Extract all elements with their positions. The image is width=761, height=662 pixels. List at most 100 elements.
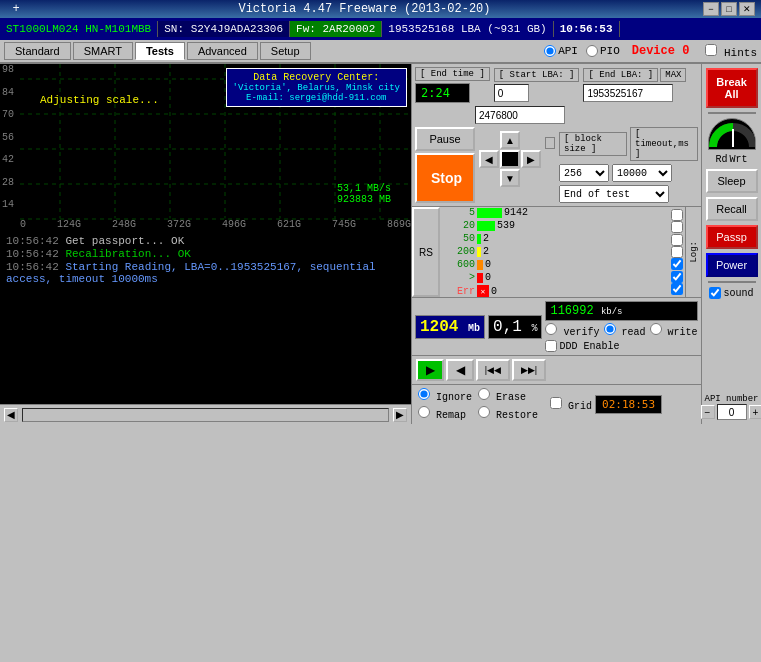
passp-button[interactable]: Passp <box>706 225 758 249</box>
bar-cb-50[interactable] <box>671 234 683 246</box>
nav-check <box>545 137 555 149</box>
kbs-display: 116992 kb/s <box>545 301 698 321</box>
verify-radio[interactable] <box>545 323 557 335</box>
sound-label: sound <box>723 288 753 299</box>
block-row: [ block size ] [ timeout,ms ] <box>559 127 698 161</box>
log-line-1: 10:56:42 Get passport... OK <box>6 235 405 247</box>
tab-tests[interactable]: Tests <box>135 42 185 60</box>
api-number-input[interactable] <box>717 404 747 420</box>
bar-cb-5[interactable] <box>671 209 683 221</box>
minimize-button[interactable]: − <box>703 2 719 16</box>
ignore-radio[interactable] <box>418 388 430 400</box>
ignore-radio-label[interactable]: Ignore <box>418 388 472 403</box>
lba-value-input[interactable] <box>475 106 565 124</box>
stop-button[interactable]: Stop <box>415 153 475 203</box>
pio-radio[interactable] <box>586 45 598 57</box>
tab-setup[interactable]: Setup <box>260 42 311 60</box>
timeout-label: [ timeout,ms ] <box>630 127 698 161</box>
verify-options: verify read write <box>545 323 698 338</box>
step-back-button[interactable]: |◀◀ <box>476 359 510 381</box>
erase-radio[interactable] <box>478 388 490 400</box>
bar-fill-50 <box>477 234 481 244</box>
speed-info: 53,1 MB/s 923883 MB <box>337 183 391 205</box>
pio-radio-label[interactable]: PIO <box>586 45 620 57</box>
rs-button[interactable]: RS <box>412 207 440 297</box>
verify-label: verify <box>563 327 599 338</box>
block-size-select[interactable]: 256 <box>559 164 609 182</box>
bar-fill-600 <box>477 260 483 270</box>
end-lba-label: [ End LBA: ] <box>583 68 658 82</box>
bar-cb-200[interactable] <box>671 246 683 258</box>
break-all-button[interactable]: Break All <box>706 68 758 108</box>
bar-cb-600[interactable] <box>671 258 683 270</box>
io-mode-group: API PIO Device 0 Hints <box>544 44 757 59</box>
sound-checkbox-label[interactable]: sound <box>709 287 753 299</box>
grid-checkbox[interactable] <box>550 397 562 409</box>
bar-checkboxes <box>669 207 685 297</box>
nav-up-btn[interactable]: ▲ <box>500 131 520 149</box>
maximize-button[interactable]: □ <box>721 2 737 16</box>
read-radio-label[interactable]: read <box>604 323 646 338</box>
play-button[interactable]: ▶ <box>416 359 444 381</box>
hints-checkbox-label[interactable]: Hints <box>705 44 757 59</box>
bar-cb-err[interactable] <box>671 283 683 295</box>
ddd-checkbox[interactable] <box>545 340 557 352</box>
write-radio[interactable] <box>650 323 662 335</box>
bar-cb-20[interactable] <box>671 221 683 233</box>
gauge-svg <box>709 119 756 150</box>
block-timeout-inputs: 256 10000 <box>559 164 698 182</box>
sound-checkbox[interactable] <box>709 287 721 299</box>
nav-center-btn[interactable] <box>500 150 520 168</box>
close-button[interactable]: ✕ <box>739 2 755 16</box>
pause-button[interactable]: Pause <box>415 127 475 151</box>
verify-radio-label[interactable]: verify <box>545 323 599 338</box>
scroll-right-btn[interactable]: ▶ <box>393 408 407 422</box>
y-axis-labels: 98 84 70 56 42 28 14 <box>2 64 14 210</box>
bars-section: RS 5 9142 20 539 <box>412 207 701 298</box>
erase-radio-label[interactable]: Erase <box>478 388 538 403</box>
sidebar-divider-1 <box>708 112 756 114</box>
api-radio[interactable] <box>544 45 556 57</box>
nav-right-btn[interactable]: ▶ <box>521 150 541 168</box>
action-row: Pause Stop ▲ ◀ ▶ ▼ [ bloc <box>415 127 698 203</box>
end-of-test-select[interactable]: End of test <box>559 185 669 203</box>
log-scroll-label: Log: <box>685 207 701 297</box>
grid-checkbox-label[interactable]: Grid <box>550 397 592 412</box>
end-lba-input[interactable] <box>583 84 673 102</box>
block-timeout-section: [ block size ] [ timeout,ms ] 256 10000 <box>559 127 698 203</box>
title-bar-icon: + <box>6 2 26 16</box>
log-time-1: 10:56:42 <box>6 235 59 247</box>
api-plus-btn[interactable]: + <box>749 405 762 419</box>
read-radio[interactable] <box>604 323 616 335</box>
api-radio-label[interactable]: API <box>544 45 578 57</box>
tab-smart[interactable]: SMART <box>73 42 133 60</box>
start-lba-block: [ Start LBA: ] <box>494 68 580 102</box>
step-fwd-button[interactable]: ▶▶| <box>512 359 546 381</box>
scroll-track[interactable] <box>22 408 389 422</box>
nav-left-btn[interactable]: ◀ <box>479 150 499 168</box>
power-button[interactable]: Power <box>706 253 758 277</box>
hints-checkbox[interactable] <box>705 44 717 56</box>
bar-count-5: 9142 <box>504 207 534 218</box>
write-radio-label[interactable]: write <box>650 323 698 338</box>
main-panels: 98 84 70 56 42 28 14 Data Recovery Cente… <box>0 64 761 424</box>
tab-standard[interactable]: Standard <box>4 42 71 60</box>
api-minus-btn[interactable]: − <box>701 405 715 419</box>
remap-radio-label[interactable]: Remap <box>418 406 472 421</box>
max-label[interactable]: MAX <box>660 68 686 82</box>
timeout-select[interactable]: 10000 <box>612 164 672 182</box>
bar-cb-gt[interactable] <box>671 271 683 283</box>
start-lba-input[interactable] <box>494 84 529 102</box>
recall-button[interactable]: Recall <box>706 197 758 221</box>
restore-radio[interactable] <box>478 406 490 418</box>
verify-section: 116992 kb/s verify read write <box>545 301 698 352</box>
nav-down-btn[interactable]: ▼ <box>500 169 520 187</box>
scroll-left-btn[interactable]: ◀ <box>4 408 18 422</box>
sleep-button[interactable]: Sleep <box>706 169 758 193</box>
remap-radio[interactable] <box>418 406 430 418</box>
x-label-0: 0 <box>20 219 26 230</box>
restore-radio-label[interactable]: Restore <box>478 406 538 421</box>
tab-advanced[interactable]: Advanced <box>187 42 258 60</box>
back-button[interactable]: ◀ <box>446 359 474 381</box>
ddd-row: DDD Enable <box>545 340 698 352</box>
